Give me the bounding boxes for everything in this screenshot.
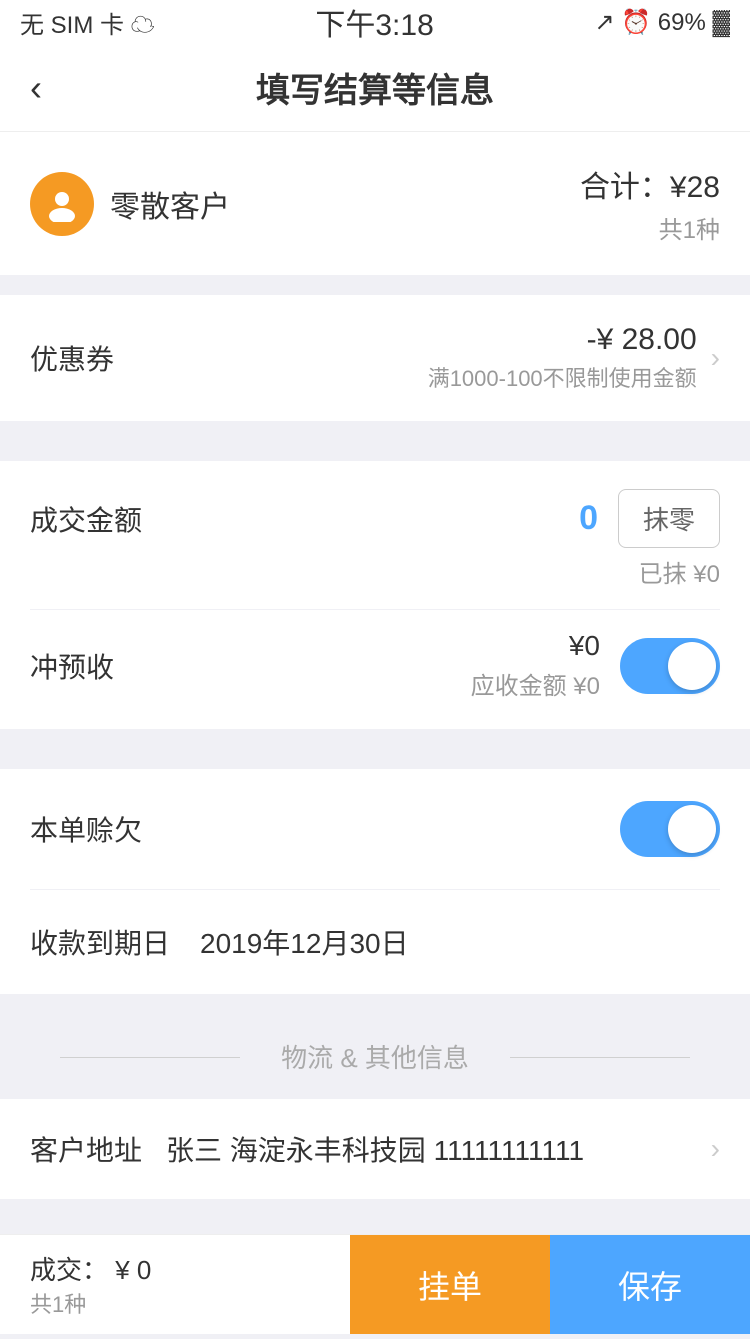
transaction-section: 成交金额 0 抹零 已抹 ¥0 bbox=[0, 461, 750, 609]
coupon-row[interactable]: 优惠券 -¥ 28.00 满1000-100不限制使用金额 › bbox=[0, 295, 750, 421]
coupon-info: -¥ 28.00 满1000-100不限制使用金额 bbox=[428, 323, 697, 393]
customer-info: 零散客户 bbox=[30, 172, 230, 236]
bottom-trans-label: 成交： bbox=[30, 1255, 108, 1285]
customer-name: 零散客户 bbox=[110, 182, 230, 226]
arrears-toggle[interactable] bbox=[620, 801, 720, 857]
total-count: 共1种 bbox=[580, 210, 720, 245]
logistics-header: 物流 & 其他信息 bbox=[0, 1014, 750, 1099]
arrears-row: 本单赊欠 bbox=[0, 769, 750, 889]
duedate-row: 收款到期日 2019年12月30日 bbox=[0, 890, 750, 994]
prereceive-label: 冲预收 bbox=[30, 646, 114, 686]
transaction-card: 成交金额 0 抹零 已抹 ¥0 冲预收 ¥0 应收金额 ¥0 bbox=[0, 461, 750, 729]
address-label: 客户地址 bbox=[30, 1129, 142, 1169]
coupon-right-area: -¥ 28.00 满1000-100不限制使用金额 › bbox=[428, 323, 720, 393]
avatar bbox=[30, 172, 94, 236]
customer-card: 零散客户 合计：¥28 共1种 bbox=[0, 132, 750, 275]
transaction-top: 成交金额 0 抹零 bbox=[30, 489, 720, 548]
round-off-button[interactable]: 抹零 bbox=[618, 489, 720, 548]
battery-status: ↗ ⏰ 69% ▓ bbox=[594, 8, 730, 37]
address-value: 张三 海淀永丰科技园 11111111111 bbox=[166, 1129, 711, 1169]
address-card[interactable]: 客户地址 张三 海淀永丰科技园 11111111111 › bbox=[0, 1099, 750, 1199]
coupon-label: 优惠券 bbox=[30, 338, 114, 378]
total-amount: 合计：¥28 bbox=[580, 162, 720, 206]
prereceive-toggle[interactable] bbox=[620, 638, 720, 694]
bottom-info: 成交： ¥ 0 共1种 bbox=[0, 1235, 350, 1334]
address-row[interactable]: 客户地址 张三 海淀永丰科技园 11111111111 › bbox=[0, 1099, 750, 1199]
arrears-toggle-knob bbox=[668, 805, 716, 853]
customer-row: 零散客户 合计：¥28 共1种 bbox=[0, 132, 750, 275]
nav-bar: ‹ 填写结算等信息 bbox=[0, 44, 750, 132]
duedate-value[interactable]: 2019年12月30日 bbox=[200, 922, 409, 962]
coupon-amount: -¥ 28.00 bbox=[428, 323, 697, 357]
section-separator-2 bbox=[0, 749, 750, 769]
duedate-label: 收款到期日 bbox=[30, 922, 170, 962]
transaction-value[interactable]: 0 bbox=[579, 499, 598, 538]
hold-button[interactable]: 挂单 bbox=[350, 1235, 550, 1334]
bottom-trans-value: ¥ 0 bbox=[115, 1255, 151, 1285]
sim-status: 无 SIM 卡 ☁ bbox=[20, 5, 155, 40]
back-button[interactable]: ‹ bbox=[30, 67, 42, 109]
bottom-trans: 成交： ¥ 0 bbox=[30, 1250, 350, 1287]
status-time: 下午3:18 bbox=[315, 0, 433, 44]
prereceive-right: ¥0 应收金额 ¥0 bbox=[471, 630, 720, 701]
page-title: 填写结算等信息 bbox=[256, 63, 494, 112]
status-left: 无 SIM 卡 ☁ bbox=[20, 5, 155, 40]
logistics-label: 物流 & 其他信息 bbox=[281, 1043, 469, 1073]
prereceive-amounts: ¥0 应收金额 ¥0 bbox=[471, 630, 600, 701]
pre-sub: 应收金额 ¥0 bbox=[471, 666, 600, 701]
arrears-label: 本单赊欠 bbox=[30, 809, 142, 849]
transaction-controls: 0 抹零 bbox=[579, 489, 720, 548]
transaction-sub: 已抹 ¥0 bbox=[30, 554, 720, 589]
transaction-label: 成交金额 bbox=[30, 499, 142, 539]
chevron-right-icon: › bbox=[711, 342, 720, 374]
bottom-count: 共1种 bbox=[30, 1287, 350, 1319]
save-button[interactable]: 保存 bbox=[550, 1235, 750, 1334]
toggle-knob bbox=[668, 642, 716, 690]
status-bar: 无 SIM 卡 ☁ 下午3:18 ↗ ⏰ 69% ▓ bbox=[0, 0, 750, 44]
address-chevron-icon: › bbox=[711, 1133, 720, 1165]
pre-amount: ¥0 bbox=[471, 630, 600, 662]
bottom-bar: 成交： ¥ 0 共1种 挂单 保存 bbox=[0, 1234, 750, 1334]
section-separator-1 bbox=[0, 441, 750, 461]
prereceive-row: 冲预收 ¥0 应收金额 ¥0 bbox=[0, 610, 750, 729]
coupon-desc: 满1000-100不限制使用金额 bbox=[428, 361, 697, 393]
arrears-card: 本单赊欠 收款到期日 2019年12月30日 bbox=[0, 769, 750, 994]
coupon-card[interactable]: 优惠券 -¥ 28.00 满1000-100不限制使用金额 › bbox=[0, 295, 750, 421]
status-right: ↗ ⏰ 69% ▓ bbox=[594, 8, 730, 37]
customer-total: 合计：¥28 共1种 bbox=[580, 162, 720, 245]
